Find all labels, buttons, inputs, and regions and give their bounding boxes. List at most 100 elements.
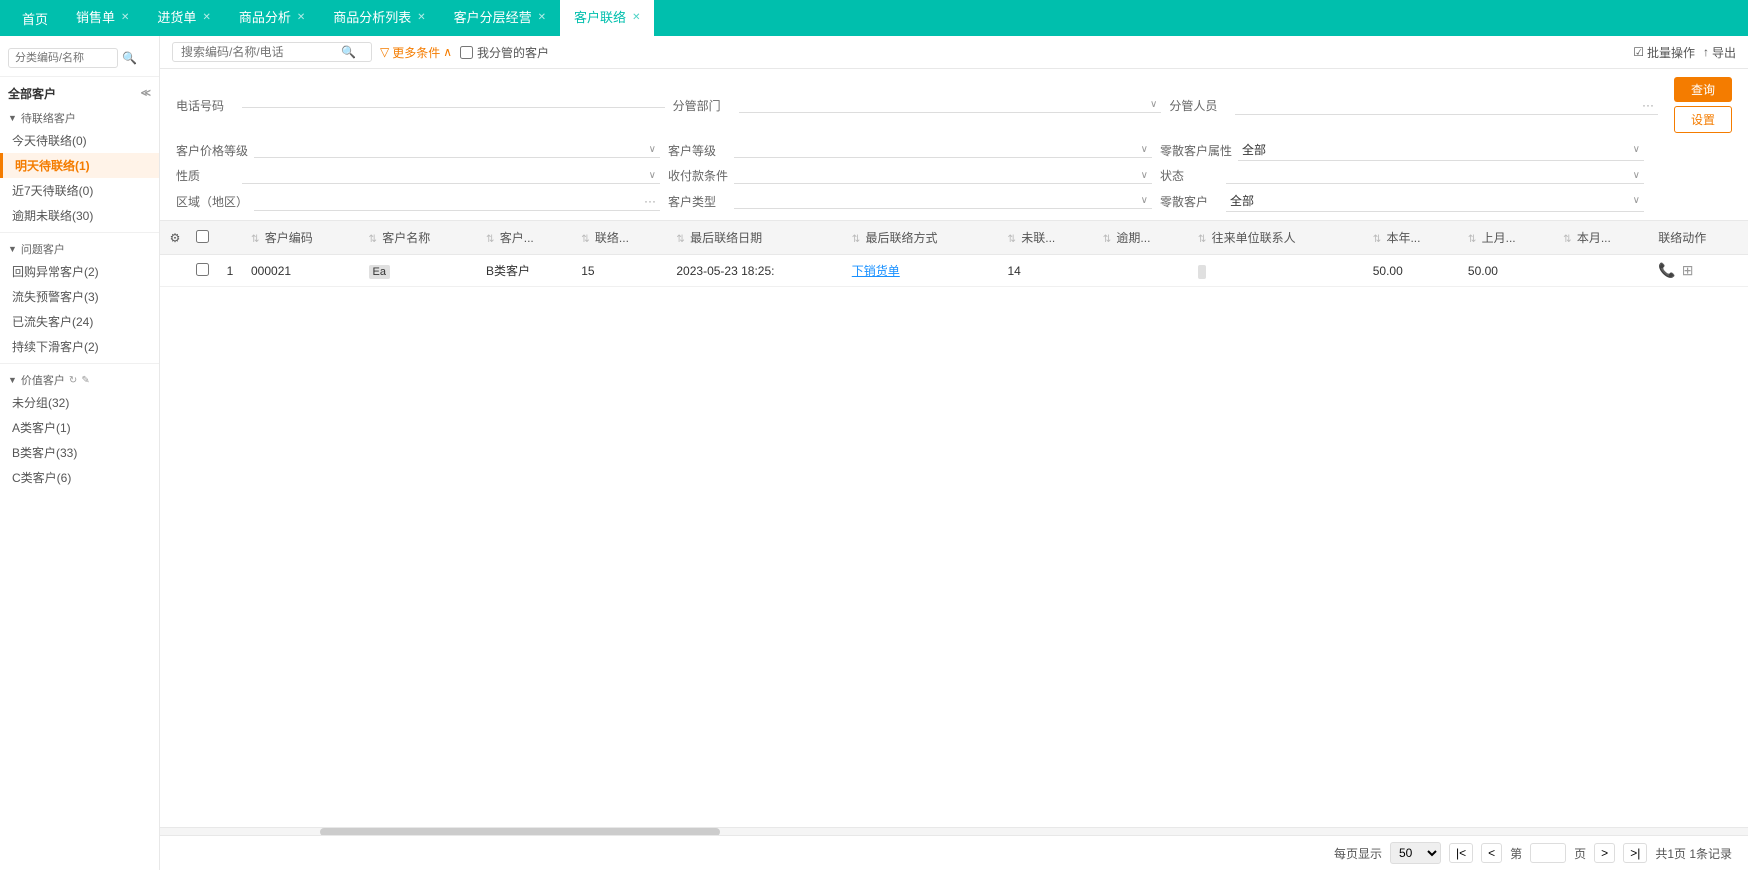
close-product-analysis-icon[interactable]: ✕ (297, 0, 305, 36)
my-customer-checkbox[interactable] (460, 46, 473, 59)
close-customer-tier-icon[interactable]: ✕ (538, 0, 546, 36)
type-col-header[interactable]: ⇅ 客户... (480, 221, 575, 255)
status-select[interactable]: ∨ (1226, 168, 1644, 184)
retail-customer-select[interactable]: 全部 ∨ (1226, 190, 1644, 212)
last-contact-date-col-header[interactable]: ⇅ 最后联络日期 (670, 221, 845, 255)
edit-icon[interactable]: ✎ (81, 375, 89, 386)
action-col-header: 联络动作 (1652, 221, 1748, 255)
per-page-select[interactable]: 50 100 200 (1390, 842, 1441, 864)
last-page-button[interactable]: >| (1623, 843, 1647, 863)
sidebar-item-overdue[interactable]: 逾期未联络(30) (0, 203, 159, 228)
sidebar-item-c-class[interactable]: C类客户(6) (0, 465, 159, 490)
name-col-header[interactable]: ⇅ 客户名称 (363, 221, 481, 255)
payment-label: 收付款条件 (668, 167, 728, 184)
sidebar-search-input[interactable] (8, 48, 118, 68)
dept-filter-cell: 分管部门 ∨ (673, 97, 1162, 114)
select-all-checkbox[interactable] (196, 230, 209, 243)
horizontal-scrollbar[interactable] (160, 827, 1748, 835)
main-content: 🔍 ▽ 更多条件 ∧ 我分管的客户 ☑ 批量操作 ↑ 导出 (160, 36, 1748, 870)
sidebar-item-7days[interactable]: 近7天待联络(0) (0, 178, 159, 203)
sidebar-item-ungrouped[interactable]: 未分组(32) (0, 390, 159, 415)
sidebar-item-repurchase-abnormal[interactable]: 回购异常客户(2) (0, 259, 159, 284)
check-col-header[interactable] (190, 221, 215, 255)
per-page-label: 每页显示 (1334, 845, 1382, 862)
more-icon2: ··· (644, 194, 656, 208)
last-month-col-header[interactable]: ⇅ 上月... (1462, 221, 1557, 255)
reset-button[interactable]: 设置 (1674, 106, 1732, 133)
row-settings (160, 255, 190, 287)
customer-level-select[interactable]: ∨ (734, 142, 1152, 158)
nav-product-analysis[interactable]: 商品分析 ✕ (225, 0, 319, 36)
gender-cell: 性质 ∨ (176, 167, 660, 184)
row-action: 📞 ⊞ (1652, 255, 1748, 287)
refresh-icon[interactable]: ↻ (69, 375, 77, 386)
nav-customer-contact[interactable]: 客户联络 ✕ (560, 0, 654, 36)
settings-col-header[interactable]: ⚙ (160, 221, 190, 255)
row-checkbox[interactable] (196, 263, 209, 276)
gender-select[interactable]: ∨ (242, 168, 660, 184)
row-code[interactable]: 000021 (245, 255, 363, 287)
row-last-contact-way[interactable]: 下销货单 (846, 255, 1002, 287)
gender-label: 性质 (176, 167, 236, 184)
this-year-col-header[interactable]: ⇅ 本年... (1367, 221, 1462, 255)
sidebar: 🔍 全部客户 ≪ ▼ 待联络客户 今天待联络(0) 明天待联络(1) 近7天待联… (0, 36, 160, 870)
sidebar-item-b-class[interactable]: B类客户(33) (0, 440, 159, 465)
row-name[interactable]: Ea (363, 255, 481, 287)
manager-select[interactable]: ··· (1235, 96, 1658, 115)
nav-purchase-order[interactable]: 进货单 ✕ (143, 0, 224, 36)
chevron-down-icon6: ∨ (1141, 170, 1148, 181)
region-select[interactable]: ··· (254, 192, 660, 211)
all-customers-header[interactable]: 全部客户 ≪ (0, 81, 159, 106)
filter-icon: ▽ (380, 45, 389, 59)
export-button[interactable]: ↑ 导出 (1703, 44, 1736, 61)
dept-select[interactable]: ∨ (739, 97, 1162, 113)
sidebar-item-tomorrow[interactable]: 明天待联络(1) (0, 153, 159, 178)
last-contact-way-col-header[interactable]: ⇅ 最后联络方式 (846, 221, 1002, 255)
customer-price-label: 客户价格等级 (176, 142, 248, 159)
status-cell: 状态 ∨ (1160, 167, 1644, 184)
code-col-header[interactable]: ⇅ 客户编码 (245, 221, 363, 255)
contact-col-header[interactable]: ⇅ 联络... (575, 221, 670, 255)
chevron-down-icon2: ∨ (649, 144, 656, 155)
more-filter-button[interactable]: ▽ 更多条件 ∧ (380, 44, 452, 61)
first-page-button[interactable]: |< (1449, 843, 1473, 863)
close-product-analysis-list-icon[interactable]: ✕ (417, 0, 425, 36)
retail-attr-select[interactable]: 全部 ∨ (1238, 139, 1644, 161)
payment-select[interactable]: ∨ (734, 168, 1152, 184)
sidebar-item-churn-warning[interactable]: 流失预警客户(3) (0, 284, 159, 309)
nav-product-analysis-list[interactable]: 商品分析列表 ✕ (319, 0, 439, 36)
customer-type-select[interactable]: ∨ (734, 193, 1152, 209)
retail-customer-label: 零散客户 (1160, 193, 1220, 210)
unit-contact-col-header[interactable]: ⇅ 往来单位联系人 (1192, 221, 1367, 255)
page-number-input[interactable]: 1 (1530, 843, 1566, 863)
phone-input[interactable] (242, 103, 665, 108)
row-checkbox-cell (190, 255, 215, 287)
prev-page-button[interactable]: < (1481, 843, 1502, 863)
close-purchase-order-icon[interactable]: ✕ (202, 0, 210, 36)
sidebar-item-declining[interactable]: 持续下滑客户(2) (0, 334, 159, 359)
batch-operation-button[interactable]: ☑ 批量操作 (1633, 44, 1695, 61)
payment-cell: 收付款条件 ∨ (668, 167, 1152, 184)
grid-action-icon[interactable]: ⊞ (1682, 262, 1694, 279)
phone-action-icon[interactable]: 📞 (1658, 262, 1675, 279)
sidebar-item-a-class[interactable]: A类客户(1) (0, 415, 159, 440)
customer-price-select[interactable]: ∨ (254, 142, 660, 158)
close-sales-order-icon[interactable]: ✕ (121, 0, 129, 36)
query-button[interactable]: 查询 (1674, 77, 1732, 102)
sidebar-search-icon[interactable]: 🔍 (122, 51, 137, 65)
nav-home[interactable]: 首页 (8, 9, 62, 28)
nav-customer-tier[interactable]: 客户分层经营 ✕ (440, 0, 560, 36)
next-page-button[interactable]: > (1594, 843, 1615, 863)
sidebar-item-churned[interactable]: 已流失客户(24) (0, 309, 159, 334)
search-icon[interactable]: 🔍 (341, 45, 356, 59)
row-last-contact-date: 2023-05-23 18:25: (670, 255, 845, 287)
arrow-icon3: ▼ (8, 375, 17, 385)
this-month-col-header[interactable]: ⇅ 本月... (1557, 221, 1652, 255)
chevron-down-icon7: ∨ (1633, 170, 1640, 181)
search-input[interactable] (181, 45, 341, 59)
overdue-col-header[interactable]: ⇅ 逾期... (1097, 221, 1192, 255)
uncontact-col-header[interactable]: ⇅ 未联... (1002, 221, 1097, 255)
nav-sales-order[interactable]: 销售单 ✕ (62, 0, 143, 36)
sidebar-item-today[interactable]: 今天待联络(0) (0, 128, 159, 153)
close-customer-contact-icon[interactable]: ✕ (632, 0, 640, 36)
